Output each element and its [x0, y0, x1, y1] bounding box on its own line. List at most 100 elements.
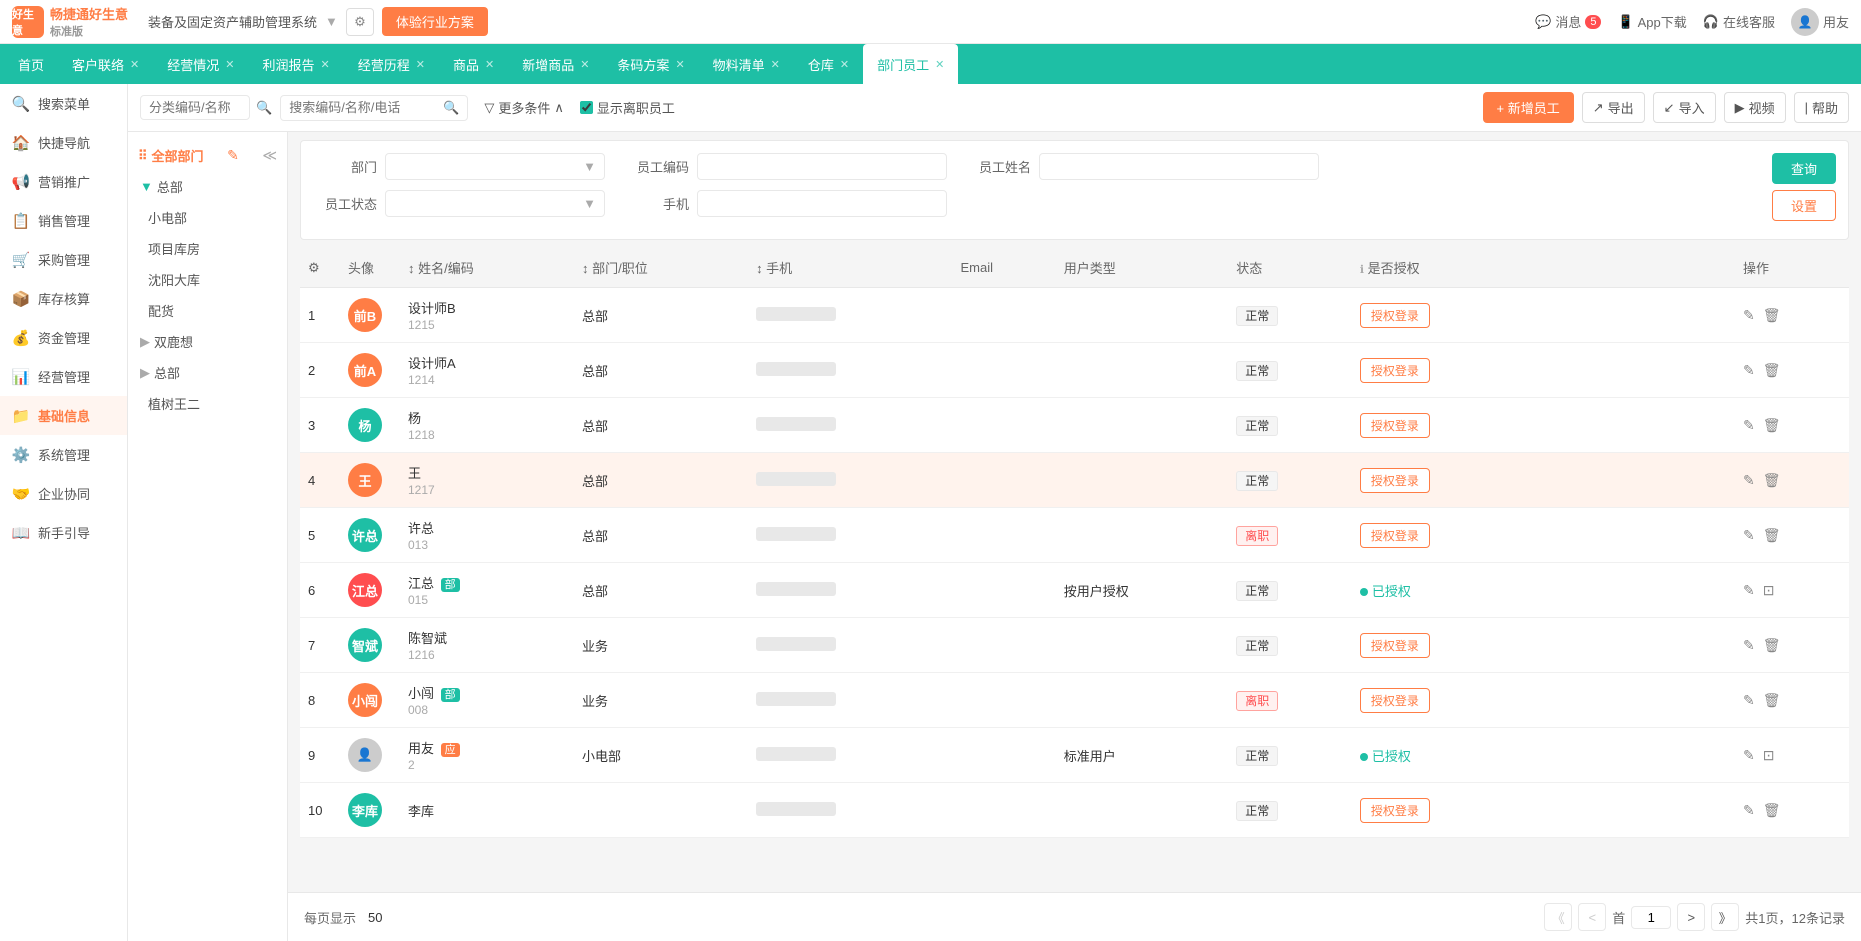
col-name[interactable]: ↕ 姓名/编码: [400, 248, 574, 288]
auth-button[interactable]: 授权登录: [1360, 303, 1430, 328]
auth-button[interactable]: 授权登录: [1360, 798, 1430, 823]
dept-collapse-icon[interactable]: ≪: [262, 147, 277, 164]
tab-customer-close-icon[interactable]: ✕: [130, 58, 139, 71]
next-page-button[interactable]: >: [1677, 903, 1705, 931]
online-service-button[interactable]: 🎧 在线客服: [1703, 12, 1775, 31]
dept-tree-item-zhishu[interactable]: 植树王二: [128, 388, 287, 419]
dept-edit-icon[interactable]: ✎: [227, 147, 239, 164]
show-resigned-input[interactable]: [580, 101, 593, 114]
last-page-button[interactable]: 》: [1711, 903, 1739, 931]
tab-warehouse-close-icon[interactable]: ✕: [840, 58, 849, 71]
delete-icon[interactable]: 🗑: [1763, 802, 1781, 819]
filter-empname-input[interactable]: [1039, 153, 1319, 180]
dept-search-input[interactable]: [140, 95, 250, 120]
tab-bom[interactable]: 物料清单 ✕: [699, 44, 794, 84]
dept-tree-parent-shuanglu[interactable]: ▶ 双鹿想: [128, 326, 287, 357]
tab-history[interactable]: 经营历程 ✕: [344, 44, 439, 84]
sidebar-item-guide[interactable]: 📖 新手引导: [0, 513, 127, 552]
view-button[interactable]: ▶ 视频: [1724, 92, 1786, 123]
delete-icon[interactable]: 🗑: [1763, 692, 1781, 709]
col-phone[interactable]: ↕ 手机: [748, 248, 952, 288]
auth-button[interactable]: 授权登录: [1360, 523, 1430, 548]
copy-icon2[interactable]: ⊡: [1763, 747, 1775, 764]
col-dept[interactable]: ↕ 部门/职位: [574, 248, 748, 288]
edit-icon[interactable]: ✎: [1743, 527, 1755, 544]
filter-phone-input[interactable]: [697, 190, 947, 217]
user-area[interactable]: 👤 用友: [1791, 8, 1849, 36]
import-button[interactable]: ↙ 导入: [1653, 92, 1716, 123]
set-button[interactable]: 设置: [1772, 190, 1836, 221]
gear-button[interactable]: ⚙: [346, 8, 374, 36]
dept-tree-item-shenyang[interactable]: 沈阳大库: [128, 264, 287, 295]
copy-icon[interactable]: ⊡: [1763, 582, 1775, 599]
employee-search-icon[interactable]: 🔍: [443, 100, 459, 116]
edit-icon[interactable]: ✎: [1743, 307, 1755, 324]
page-number-input[interactable]: [1631, 906, 1671, 929]
auth-button[interactable]: 授权登录: [1360, 413, 1430, 438]
employee-search-input[interactable]: [289, 100, 439, 115]
tab-employee-close-icon[interactable]: ✕: [935, 58, 944, 71]
sidebar-item-sales[interactable]: 📋 销售管理: [0, 201, 127, 240]
tab-goods-close-icon[interactable]: ✕: [485, 58, 494, 71]
tab-operation[interactable]: 经营情况 ✕: [153, 44, 248, 84]
tab-warehouse[interactable]: 仓库 ✕: [794, 44, 863, 84]
tab-barcode[interactable]: 条码方案 ✕: [603, 44, 698, 84]
tab-customer[interactable]: 客户联络 ✕: [58, 44, 153, 84]
export-button[interactable]: ↗ 导出: [1582, 92, 1645, 123]
show-resigned-checkbox[interactable]: 显示离职员工: [580, 98, 675, 117]
sidebar-item-operation[interactable]: 📊 经营管理: [0, 357, 127, 396]
tab-barcode-close-icon[interactable]: ✕: [675, 58, 684, 71]
prev-page-button[interactable]: <: [1578, 903, 1606, 931]
delete-icon[interactable]: 🗑: [1763, 472, 1781, 489]
tab-employee[interactable]: 部门员工 ✕: [863, 44, 958, 84]
filter-status-select[interactable]: ▼: [385, 190, 605, 217]
edit-icon[interactable]: ✎: [1743, 472, 1755, 489]
trial-button[interactable]: 体验行业方案: [382, 7, 488, 36]
edit-icon[interactable]: ✎: [1743, 692, 1755, 709]
sidebar-item-search[interactable]: 🔍 搜索菜单: [0, 84, 127, 123]
sidebar-item-inventory[interactable]: 📦 库存核算: [0, 279, 127, 318]
edit-icon[interactable]: ✎: [1743, 802, 1755, 819]
tab-history-close-icon[interactable]: ✕: [416, 58, 425, 71]
sidebar-item-purchase[interactable]: 🛒 采购管理: [0, 240, 127, 279]
filter-empcode-input[interactable]: [697, 153, 947, 180]
dept-search-icon[interactable]: 🔍: [256, 100, 272, 116]
tab-profit[interactable]: 利润报告 ✕: [248, 44, 343, 84]
edit-icon[interactable]: ✎: [1743, 417, 1755, 434]
first-page-button[interactable]: 《: [1544, 903, 1572, 931]
tab-bom-close-icon[interactable]: ✕: [771, 58, 780, 71]
dept-tree-parent-zongbu[interactable]: ▼ 总部: [128, 171, 287, 202]
dept-tree-item-xiaodian[interactable]: 小电部: [128, 202, 287, 233]
tab-home[interactable]: 首页: [4, 44, 58, 84]
sidebar-item-collab[interactable]: 🤝 企业协同: [0, 474, 127, 513]
edit-icon[interactable]: ✎: [1743, 362, 1755, 379]
tab-profit-close-icon[interactable]: ✕: [321, 58, 330, 71]
delete-icon[interactable]: 🗑: [1763, 307, 1781, 324]
dept-all-label[interactable]: ⠿ 全部部门: [138, 146, 204, 165]
auth-button[interactable]: 授权登录: [1360, 358, 1430, 383]
messages-button[interactable]: 💬 消息 5: [1535, 12, 1601, 31]
tab-operation-close-icon[interactable]: ✕: [225, 58, 234, 71]
edit-icon[interactable]: ✎: [1743, 747, 1755, 764]
edit-icon[interactable]: ✎: [1743, 582, 1755, 599]
delete-icon[interactable]: 🗑: [1763, 417, 1781, 434]
filter-dept-select[interactable]: ▼: [385, 153, 605, 180]
auth-button[interactable]: 授权登录: [1360, 633, 1430, 658]
auth-button[interactable]: 授权登录: [1360, 688, 1430, 713]
sidebar-item-finance[interactable]: 💰 资金管理: [0, 318, 127, 357]
edit-icon[interactable]: ✎: [1743, 637, 1755, 654]
help-button[interactable]: | 帮助: [1794, 92, 1849, 123]
dept-tree-parent-zongbu2[interactable]: ▶ 总部: [128, 357, 287, 388]
tab-goods[interactable]: 商品 ✕: [439, 44, 508, 84]
tab-new-goods[interactable]: 新增商品 ✕: [508, 44, 603, 84]
delete-icon[interactable]: 🗑: [1763, 362, 1781, 379]
tab-new-goods-close-icon[interactable]: ✕: [580, 58, 589, 71]
sidebar-item-basic[interactable]: 📁 基础信息: [0, 396, 127, 435]
dept-tree-item-delivery[interactable]: 配货: [128, 295, 287, 326]
delete-icon[interactable]: 🗑: [1763, 527, 1781, 544]
sidebar-item-marketing[interactable]: 📢 营销推广: [0, 162, 127, 201]
sidebar-item-shortcut[interactable]: 🏠 快捷导航: [0, 123, 127, 162]
sidebar-item-system[interactable]: ⚙️ 系统管理: [0, 435, 127, 474]
more-filter-button[interactable]: ▽ 更多条件 ∧: [476, 94, 572, 121]
dept-tree-item-project[interactable]: 项目库房: [128, 233, 287, 264]
